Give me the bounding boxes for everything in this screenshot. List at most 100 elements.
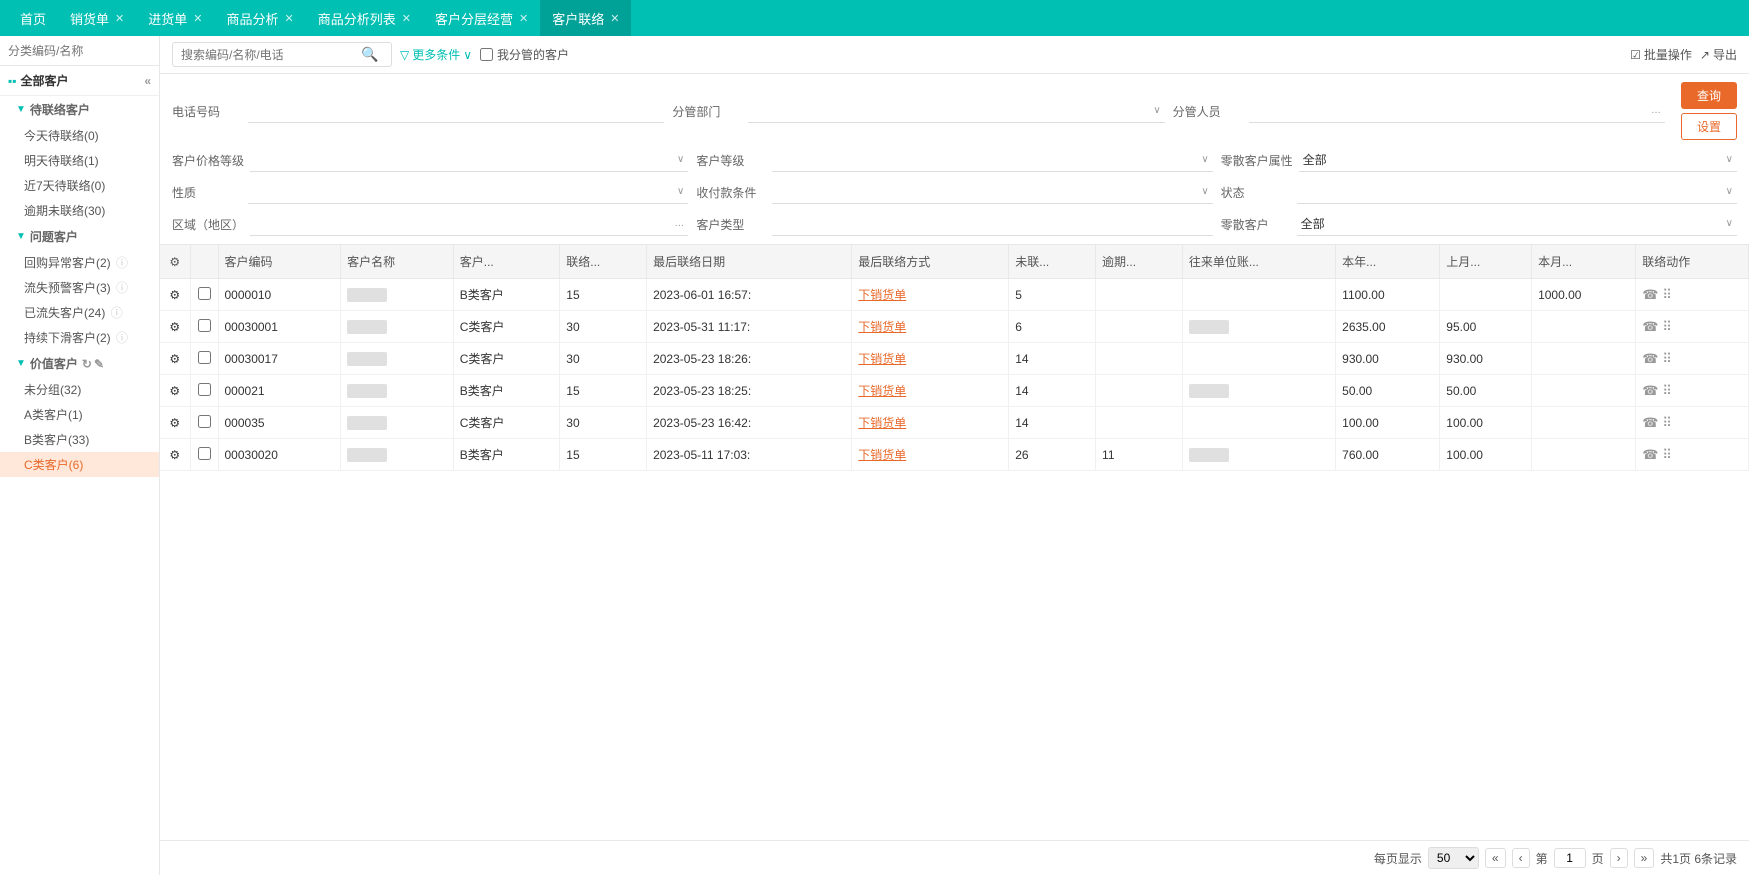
row-gear[interactable]: ⚙ [160,343,190,375]
close-pl-icon[interactable]: ✕ [402,12,411,25]
phone-input[interactable] [248,99,664,123]
row-this-month [1532,407,1636,439]
phone-action-icon[interactable]: ☎ [1642,287,1658,303]
close-sales-icon[interactable]: ✕ [115,12,124,25]
level-select[interactable]: ∨ [772,148,1212,172]
row-last-method[interactable]: 下销货单 [852,343,1009,375]
refresh-icon[interactable]: ↻ [82,357,92,371]
top-actions: ☑ 批量操作 ↗ 导出 [1630,46,1737,63]
row-check[interactable] [190,279,218,311]
next-page-btn[interactable]: › [1610,848,1628,868]
row-last-method[interactable]: 下销货单 [852,311,1009,343]
sidebar-tomorrow-pending[interactable]: 明天待联络(1) [0,148,159,173]
sidebar-today-pending[interactable]: 今天待联络(0) [0,123,159,148]
search-input[interactable] [181,48,361,62]
nature-select[interactable]: ∨ [248,180,688,204]
nav-product-list[interactable]: 商品分析列表 ✕ [306,0,423,36]
nav-home[interactable]: 首页 [8,0,58,36]
row-no-contact: 5 [1009,279,1096,311]
more-action-icon[interactable]: ⠿ [1662,415,1672,431]
info4-icon: ⓘ [116,331,128,345]
more-filter-btn[interactable]: ▽ 更多条件 ∨ [400,46,472,63]
filter-row-4: 区域（地区） … 客户类型 零散客户 全部 ∨ [172,212,1737,236]
retail-select[interactable]: 全部 ∨ [1297,212,1737,236]
filter-retail-field: 零散客户 全部 ∨ [1221,212,1737,236]
phone-action-icon[interactable]: ☎ [1642,415,1658,431]
more-action-icon[interactable]: ⠿ [1662,351,1672,367]
row-check[interactable] [190,407,218,439]
row-last-method[interactable]: 下销货单 [852,279,1009,311]
page-size-select[interactable]: 50 100 200 [1428,847,1479,869]
manager-select[interactable]: … [1249,99,1665,123]
batch-op-btn[interactable]: ☑ 批量操作 [1630,46,1692,63]
phone-action-icon[interactable]: ☎ [1642,447,1658,463]
row-last-method[interactable]: 下销货单 [852,407,1009,439]
grade-select[interactable]: ∨ [250,148,688,172]
region-select[interactable]: … [250,212,688,236]
row-check[interactable] [190,343,218,375]
payment-select[interactable]: ∨ [772,180,1212,204]
query-button[interactable]: 查询 [1681,82,1737,109]
more-action-icon[interactable]: ⠿ [1662,447,1672,463]
more-action-icon[interactable]: ⠿ [1662,287,1672,303]
settings-button[interactable]: 设置 [1681,113,1737,140]
phone-action-icon[interactable]: ☎ [1642,383,1658,399]
row-check[interactable] [190,375,218,407]
phone-action-icon[interactable]: ☎ [1642,319,1658,335]
sidebar-7day-pending[interactable]: 近7天待联络(0) [0,173,159,198]
row-check[interactable] [190,439,218,471]
last-page-btn[interactable]: » [1634,848,1655,868]
close-purchase-icon[interactable]: ✕ [193,12,202,25]
page-number-input[interactable] [1554,848,1586,868]
row-gear[interactable]: ⚙ [160,279,190,311]
first-page-btn[interactable]: « [1485,848,1506,868]
sidebar-pending-group[interactable]: ▼ 待联络客户 [0,96,159,123]
row-check[interactable] [190,311,218,343]
sidebar-overdue-pending[interactable]: 逾期未联络(30) [0,198,159,223]
nav-product-analysis[interactable]: 商品分析 ✕ [214,0,305,36]
collapse-icon: « [144,74,151,88]
row-gear[interactable]: ⚙ [160,407,190,439]
retail-attr-select[interactable]: 全部 ∨ [1299,148,1737,172]
close-cc-icon[interactable]: ✕ [610,12,619,25]
row-name [341,343,454,375]
nav-sales[interactable]: 销货单 ✕ [58,0,136,36]
col-gear[interactable]: ⚙ [160,245,190,279]
sidebar-ungrouped[interactable]: 未分组(32) [0,377,159,402]
dept-select[interactable]: ∨ [748,99,1164,123]
more-action-icon[interactable]: ⠿ [1662,383,1672,399]
sidebar-repurchase-abnormal[interactable]: 回购异常客户(2) ⓘ [0,250,159,275]
status-select[interactable]: ∨ [1297,180,1737,204]
sidebar-all-customers[interactable]: ▪▪ 全部客户 « [0,66,159,96]
prev-page-btn[interactable]: ‹ [1512,848,1530,868]
close-pa-icon[interactable]: ✕ [285,12,294,25]
sidebar-class-a[interactable]: A类客户(1) [0,402,159,427]
sidebar-value-group[interactable]: ▼ 价值客户 ↻ ✎ [0,350,159,377]
sidebar-churned[interactable]: 已流失客户(24) ⓘ [0,300,159,325]
row-last-method[interactable]: 下销货单 [852,439,1009,471]
nav-customer-contact[interactable]: 客户联络 ✕ [540,0,631,36]
row-gear[interactable]: ⚙ [160,311,190,343]
row-gear[interactable]: ⚙ [160,375,190,407]
search-submit-icon[interactable]: 🔍 [361,46,378,63]
sidebar-churn-warning[interactable]: 流失预警客户(3) ⓘ [0,275,159,300]
nav-customer-tier[interactable]: 客户分层经营 ✕ [423,0,540,36]
edit-icon[interactable]: ✎ [94,357,104,371]
my-customers-checkbox[interactable] [480,48,493,61]
sidebar-declining[interactable]: 持续下滑客户(2) ⓘ [0,325,159,350]
sidebar-problem-group[interactable]: ▼ 问题客户 [0,223,159,250]
more-action-icon[interactable]: ⠿ [1662,319,1672,335]
type-select[interactable] [772,212,1212,236]
content-area: 🔍 ▽ 更多条件 ∨ 我分管的客户 ☑ 批量操作 ↗ 导出 [160,36,1749,875]
export-btn[interactable]: ↗ 导出 [1700,46,1737,63]
row-last-method[interactable]: 下销货单 [852,375,1009,407]
close-ct-icon[interactable]: ✕ [519,12,528,25]
sidebar-class-c[interactable]: C类客户(6) [0,452,159,477]
phone-action-icon[interactable]: ☎ [1642,351,1658,367]
row-code: 00030017 [218,343,341,375]
row-gear[interactable]: ⚙ [160,439,190,471]
nav-purchase[interactable]: 进货单 ✕ [136,0,214,36]
table-row: ⚙ 00030020 B类客户 15 2023-05-11 17:03: 下销货… [160,439,1749,471]
sidebar-search-input[interactable] [8,44,160,58]
sidebar-class-b[interactable]: B类客户(33) [0,427,159,452]
